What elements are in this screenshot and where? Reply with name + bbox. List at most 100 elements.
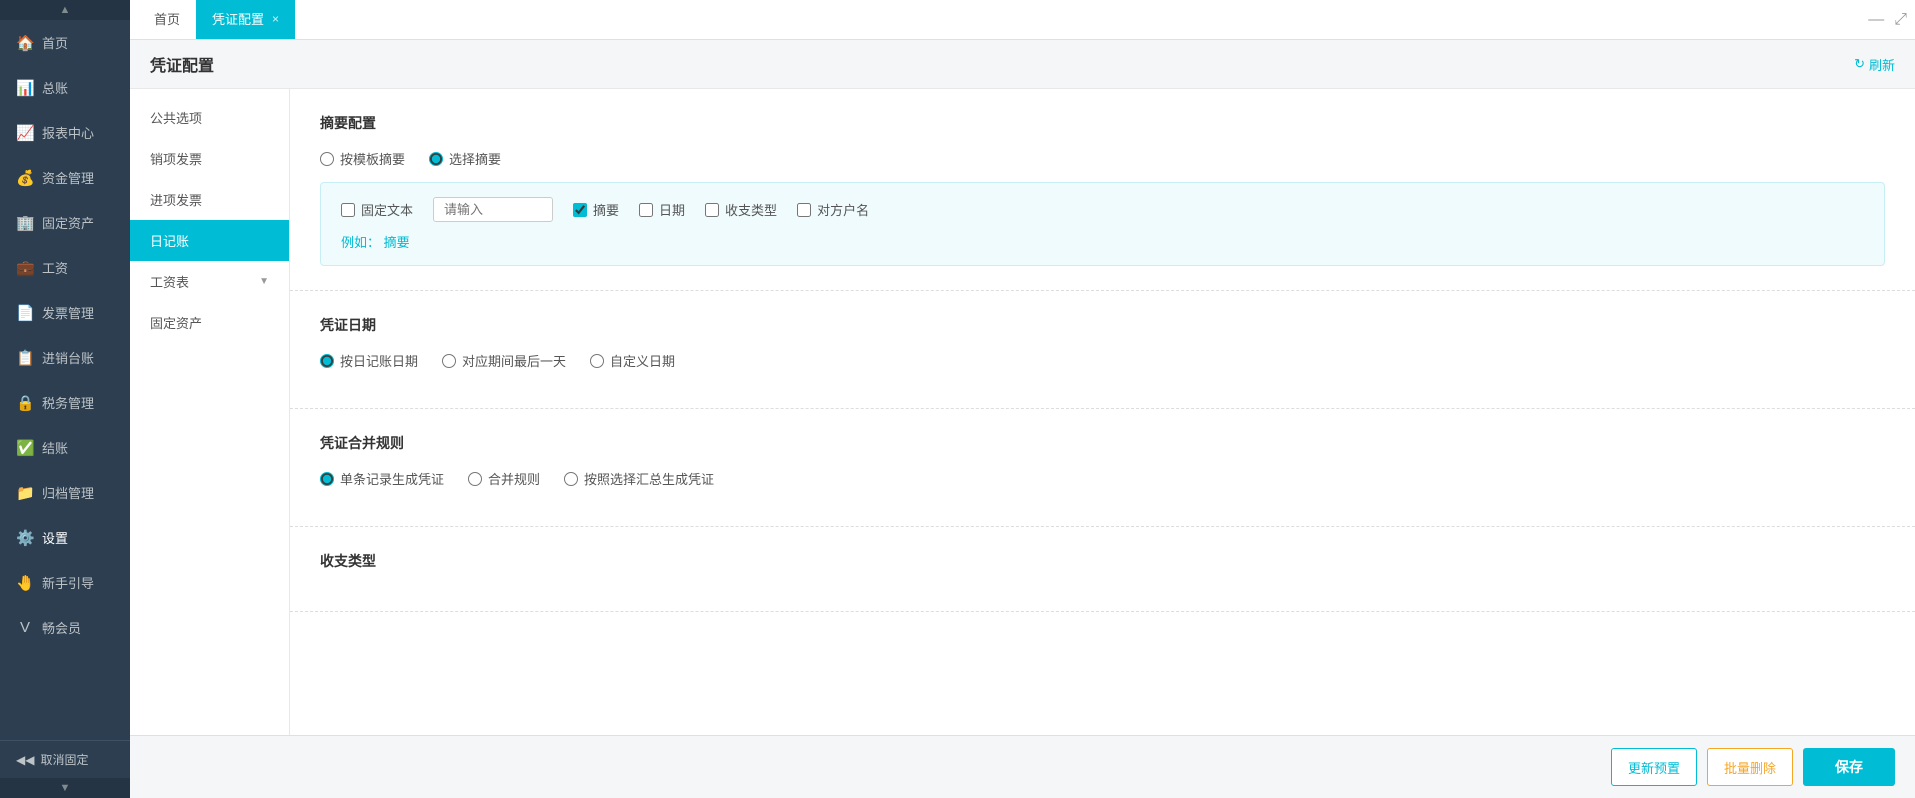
sidebar-item-invoices[interactable]: 📄发票管理 (0, 290, 130, 335)
summary-select-label: 选择摘要 (449, 149, 501, 168)
sidebar-item-settings[interactable]: ⚙️设置 (0, 515, 130, 560)
date-section-title: 凭证日期 (320, 315, 1885, 335)
summary-section: 摘要配置 按模板摘要 选择摘要 (290, 89, 1915, 291)
sidebar-label-tax: 税务管理 (42, 393, 94, 412)
invoices-icon: 📄 (16, 304, 34, 322)
tab-home[interactable]: 首页 (138, 0, 196, 39)
left-nav-item-fixed-assets[interactable]: 固定资产 (130, 302, 289, 343)
checkbox-summary[interactable]: 摘要 (573, 200, 619, 219)
left-nav-item-payroll[interactable]: 工资表 ▼ (130, 261, 289, 302)
summary-radio-template[interactable]: 按模板摘要 (320, 149, 405, 168)
sidebar-item-ledger[interactable]: 📊 总账 (0, 65, 130, 110)
example-prefix-label: 例如： (341, 235, 380, 250)
checkbox-income-type[interactable]: 收支类型 (705, 200, 777, 219)
refresh-label: 刷新 (1869, 55, 1895, 74)
sidebar-label-reports: 报表中心 (42, 123, 94, 142)
sidebar-item-tax[interactable]: 🔒 税务管理 (0, 380, 130, 425)
ledger-icon: 📊 (16, 79, 34, 97)
sidebar-item-member[interactable]: V畅会员 (0, 605, 130, 650)
checkbox-counterparty[interactable]: 对方户名 (797, 200, 869, 219)
salary-icon: 💼 (16, 259, 34, 277)
summary-radio-select[interactable]: 选择摘要 (429, 149, 501, 168)
sidebar-label-settings: 设置 (42, 528, 68, 547)
income-type-checkbox-label: 收支类型 (725, 200, 777, 219)
refresh-icon: ↻ (1854, 56, 1865, 72)
sidebar-item-assets[interactable]: 🏢固定资产 (0, 200, 130, 245)
pin-icon: ◀◀ (16, 753, 34, 767)
sidebar-label-salary: 工资 (42, 258, 68, 277)
sidebar-item-close[interactable]: ✅ 结账 (0, 425, 130, 470)
date-radio-journal[interactable]: 按日记账日期 (320, 351, 418, 370)
date-journal-label: 按日记账日期 (340, 351, 418, 370)
merge-radio-rule[interactable]: 合并规则 (468, 469, 540, 488)
fixed-text-input[interactable] (433, 197, 553, 222)
sidebar-item-sales[interactable]: 📋 进销台账 (0, 335, 130, 380)
cancel-pin-label: 取消固定 (40, 751, 88, 768)
merge-rule-label: 合并规则 (488, 469, 540, 488)
sales-icon: 📋 (16, 349, 34, 367)
left-nav-label-public: 公共选项 (150, 108, 202, 127)
sidebar-item-archive[interactable]: 📁归档管理 (0, 470, 130, 515)
inner-layout: 公共选项销项发票进项发票日记账工资表 ▼ 固定资产 摘要配置 按模板摘要 选择摘要 (130, 89, 1915, 735)
sidebar-label-guide: 新手引导 (42, 573, 94, 592)
left-nav-item-journal[interactable]: 日记账 (130, 220, 289, 261)
sidebar-label-sales: 进销台账 (42, 348, 94, 367)
left-nav-item-sale-invoice[interactable]: 销项发票 (130, 138, 289, 179)
merge-radio-single[interactable]: 单条记录生成凭证 (320, 469, 444, 488)
sidebar-item-home[interactable]: 🏠首页 (0, 20, 130, 65)
left-nav-label-payroll: 工资表 (150, 272, 189, 291)
merge-radio-summary[interactable]: 按照选择汇总生成凭证 (564, 469, 714, 488)
checkbox-date[interactable]: 日期 (639, 200, 685, 219)
tab-close-icon[interactable]: × (272, 12, 279, 26)
example-text: 例如： 摘要 (341, 232, 1864, 251)
active-tab-label: 凭证配置 (212, 9, 264, 28)
tab-voucher-config[interactable]: 凭证配置 × (196, 0, 295, 39)
tax-icon: 🔒 (16, 394, 34, 412)
sidebar-scroll-down[interactable]: ▼ (0, 778, 130, 798)
sidebar-label-close: 结账 (42, 438, 68, 457)
batch-delete-button[interactable]: 批量删除 (1707, 748, 1793, 786)
date-radio-period[interactable]: 对应期间最后一天 (442, 351, 566, 370)
sidebar-label-ledger: 总账 (42, 78, 68, 97)
save-button[interactable]: 保存 (1803, 748, 1895, 786)
minimize-button[interactable]: — (1868, 11, 1884, 29)
summary-checkbox-row: 固定文本 摘要 日期 (341, 197, 1864, 222)
merge-radio-group: 单条记录生成凭证 合并规则 按照选择汇总生成凭证 (320, 469, 1885, 488)
sidebar-scroll-up[interactable]: ▲ (0, 0, 130, 20)
income-type-section: 收支类型 (290, 527, 1915, 612)
tab-bar: 首页 凭证配置 × — ⤢ (130, 0, 1915, 40)
maximize-button[interactable]: ⤢ (1894, 11, 1907, 29)
merge-summary-label: 按照选择汇总生成凭证 (584, 469, 714, 488)
example-value: 摘要 (384, 235, 410, 250)
bottom-bar: 更新预置 批量删除 保存 (130, 735, 1915, 798)
sidebar-item-salary[interactable]: 💼 工资 (0, 245, 130, 290)
chevron-down-icon: ▼ (259, 276, 269, 287)
summary-section-title: 摘要配置 (320, 113, 1885, 133)
date-radio-group: 按日记账日期 对应期间最后一天 自定义日期 (320, 351, 1885, 370)
close-icon: ✅ (16, 439, 34, 457)
date-period-label: 对应期间最后一天 (462, 351, 566, 370)
assets-icon: 🏢 (16, 214, 34, 232)
main-area: 首页 凭证配置 × — ⤢ 凭证配置 ↻ 刷新 公共选项销项发票进项发票日记账工… (130, 0, 1915, 798)
right-content: 摘要配置 按模板摘要 选择摘要 (290, 89, 1915, 735)
sidebar-item-guide[interactable]: 🤚新手引导 (0, 560, 130, 605)
archive-icon: 📁 (16, 484, 34, 502)
merge-section-title: 凭证合并规则 (320, 433, 1885, 453)
refresh-button[interactable]: ↻ 刷新 (1854, 55, 1895, 74)
date-radio-custom[interactable]: 自定义日期 (590, 351, 675, 370)
counterparty-checkbox-label: 对方户名 (817, 200, 869, 219)
reports-icon: 📈 (16, 124, 34, 142)
summary-checkbox-label: 摘要 (593, 200, 619, 219)
sidebar-cancel-pin[interactable]: ◀◀ 取消固定 (0, 740, 130, 778)
sidebar-item-reports[interactable]: 📈 报表中心 (0, 110, 130, 155)
sidebar-item-funds[interactable]: 💰资金管理 (0, 155, 130, 200)
checkbox-fixed-text[interactable]: 固定文本 (341, 200, 413, 219)
sidebar-label-funds: 资金管理 (42, 168, 94, 187)
update-preset-button[interactable]: 更新预置 (1611, 748, 1697, 786)
left-nav: 公共选项销项发票进项发票日记账工资表 ▼ 固定资产 (130, 89, 290, 735)
home-tab-label: 首页 (154, 9, 180, 28)
page-title: 凭证配置 (150, 52, 214, 76)
left-nav-item-public[interactable]: 公共选项 (130, 97, 289, 138)
left-nav-item-purchase-invoice[interactable]: 进项发票 (130, 179, 289, 220)
merge-section: 凭证合并规则 单条记录生成凭证 合并规则 按照选择汇总生成凭证 (290, 409, 1915, 527)
